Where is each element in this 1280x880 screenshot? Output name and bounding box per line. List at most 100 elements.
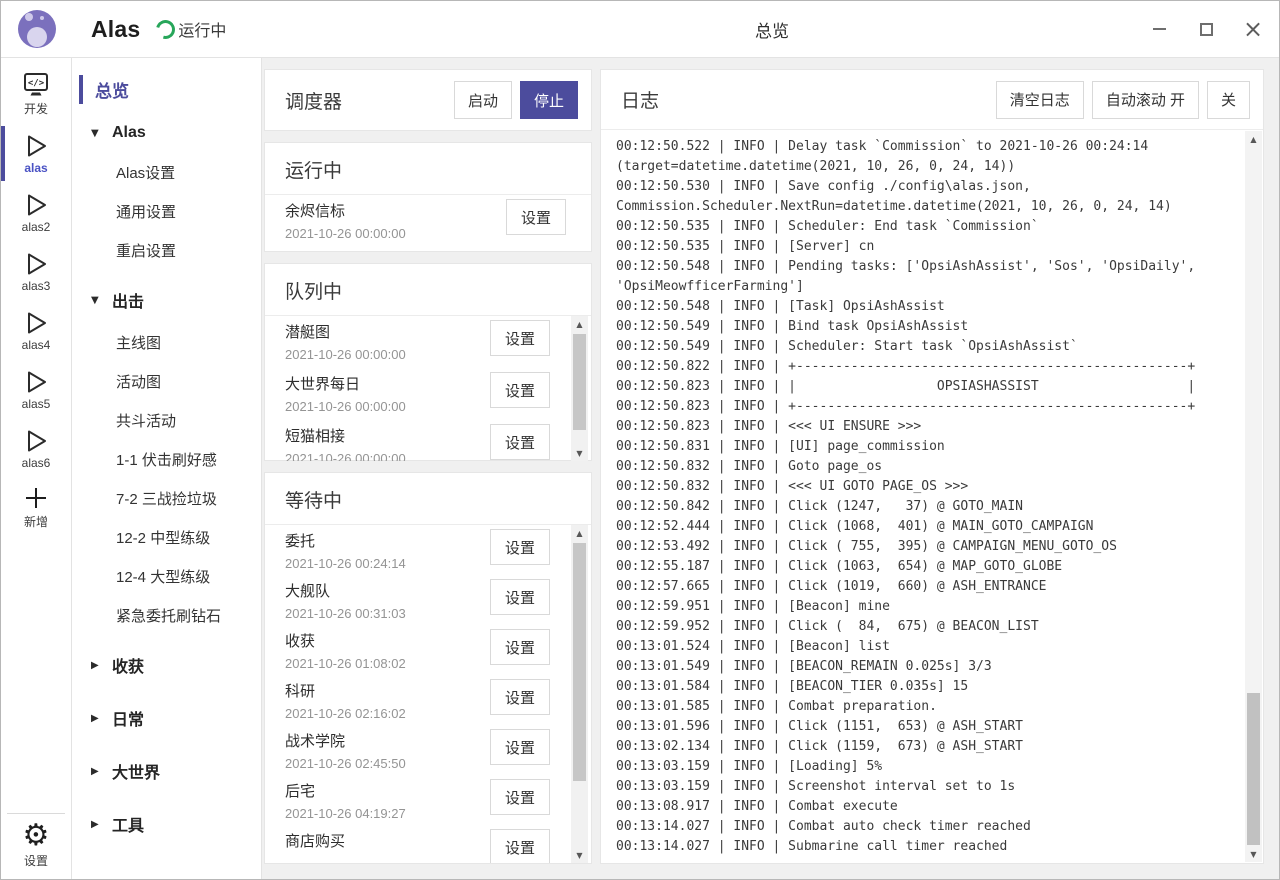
log-line: 00:12:50.522 | INFO | Delay task `Commis…	[616, 137, 1229, 157]
log-line: Commission.Scheduler.NextRun=datetime.da…	[616, 197, 1229, 217]
rail-item-alas4[interactable]: alas4	[1, 301, 71, 360]
menu-group-label: 出击	[112, 288, 144, 312]
rail-item-alas5[interactable]: alas5	[1, 360, 71, 419]
scroll-up-icon[interactable]: ▲	[571, 316, 588, 332]
log-line: 00:12:50.823 | INFO | +-----------------…	[616, 397, 1229, 417]
log-scrollbar[interactable]: ▲ ▼	[1245, 131, 1262, 862]
scroll-up-icon[interactable]: ▲	[571, 525, 588, 541]
menu-group-header[interactable]: ▶ 日常	[72, 694, 261, 742]
menu-item[interactable]: 12-4 大型练级	[72, 558, 261, 597]
task-row: 潜艇图 2021-10-26 00:00:00 设置	[265, 316, 591, 368]
rail-item-dev[interactable]: </> 开发	[1, 65, 71, 124]
menu-group: ▶ 工具	[72, 800, 261, 848]
rail-item-add[interactable]: 新增	[1, 478, 71, 537]
task-row: 后宅 2021-10-26 04:19:27 设置	[265, 775, 591, 825]
menu-group-header[interactable]: ▶ 大世界	[72, 747, 261, 795]
close-button[interactable]: ×	[1245, 21, 1261, 37]
task-setting-button[interactable]: 设置	[490, 424, 550, 460]
rail-item-alas[interactable]: alas	[1, 124, 71, 183]
main-area: </> 开发 alas alas2 alas3 alas4	[1, 58, 1279, 879]
stop-button[interactable]: 停止	[520, 81, 578, 119]
log-line: 00:13:01.596 | INFO | Click (1151, 653) …	[616, 717, 1229, 737]
start-button[interactable]: 启动	[454, 81, 512, 119]
menu-item[interactable]: Alas设置	[72, 154, 261, 193]
rail-item-alas6[interactable]: alas6	[1, 419, 71, 478]
menu-item[interactable]: 主线图	[72, 324, 261, 363]
log-output[interactable]: 00:12:50.522 | INFO | Delay task `Commis…	[601, 130, 1263, 863]
task-setting-button[interactable]: 设置	[490, 629, 550, 665]
menu-item[interactable]: 7-2 三战捡垃圾	[72, 480, 261, 519]
minimize-button[interactable]	[1151, 21, 1167, 37]
log-line: 00:12:50.823 | INFO | | OPSIASHASSIST |	[616, 377, 1229, 397]
rail-item-alas3[interactable]: alas3	[1, 242, 71, 301]
scroll-up-icon[interactable]: ▲	[1245, 131, 1262, 147]
running-title: 运行中	[265, 143, 591, 195]
play-icon	[23, 310, 49, 336]
waiting-scrollbar[interactable]: ▲ ▼	[571, 525, 588, 863]
log-line: 00:13:03.159 | INFO | [Loading] 5%	[616, 757, 1229, 777]
scheduler-panel: 调度器 启动 停止	[264, 69, 592, 131]
maximize-button[interactable]	[1198, 21, 1214, 37]
rail-item-settings[interactable]: ⚙ 设置	[7, 813, 65, 879]
menu-item-overview[interactable]: 总览	[72, 72, 261, 107]
rail-item-label: alas3	[22, 279, 51, 293]
menu-group-header[interactable]: ▼ Alas	[72, 112, 261, 154]
log-line: 00:12:53.492 | INFO | Click ( 755, 395) …	[616, 537, 1229, 557]
plus-icon	[23, 485, 49, 511]
menu-item[interactable]: 重启设置	[72, 232, 261, 271]
task-setting-button[interactable]: 设置	[490, 779, 550, 815]
menu-group-header[interactable]: ▶ 收获	[72, 641, 261, 689]
menu-group-label: 收获	[112, 653, 144, 677]
app-title: Alas	[91, 16, 140, 43]
scroll-thumb[interactable]	[573, 334, 586, 430]
task-menu: 总览 ▼ Alas Alas设置通用设置重启设置 ▼ 出击 主线图活动图共斗活动…	[72, 58, 262, 879]
rail-item-alas2[interactable]: alas2	[1, 183, 71, 242]
menu-item[interactable]: 1-1 伏击刷好感	[72, 441, 261, 480]
waiting-title: 等待中	[265, 473, 591, 525]
task-setting-button[interactable]: 设置	[490, 679, 550, 715]
log-line: 00:12:50.842 | INFO | Click (1247, 37) @…	[616, 497, 1229, 517]
task-setting-button[interactable]: 设置	[490, 529, 550, 565]
task-setting-button[interactable]: 设置	[490, 372, 550, 408]
autoscroll-button[interactable]: 自动滚动 开	[1092, 81, 1199, 119]
log-line: 00:12:50.822 | INFO | +-----------------…	[616, 357, 1229, 377]
log-toggle-button[interactable]: 关	[1207, 81, 1250, 119]
gear-icon: ⚙	[23, 821, 50, 851]
play-icon	[23, 428, 49, 454]
rail-item-label: alas	[24, 161, 47, 175]
log-header: 日志 清空日志 自动滚动 开 关	[601, 70, 1263, 130]
log-line: 00:13:08.917 | INFO | Combat execute	[616, 797, 1229, 817]
clear-log-button[interactable]: 清空日志	[996, 81, 1084, 119]
menu-groups: ▼ Alas Alas设置通用设置重启设置 ▼ 出击 主线图活动图共斗活动1-1…	[72, 112, 261, 848]
pending-scrollbar[interactable]: ▲ ▼	[571, 316, 588, 461]
task-setting-button[interactable]: 设置	[490, 579, 550, 615]
play-icon	[23, 369, 49, 395]
scroll-down-icon[interactable]: ▼	[571, 445, 588, 461]
log-line: 00:12:50.548 | INFO | [Task] OpsiAshAssi…	[616, 297, 1229, 317]
rail-item-label: alas5	[22, 397, 51, 411]
menu-group-header[interactable]: ▼ 出击	[72, 276, 261, 324]
log-line: 00:12:50.548 | INFO | Pending tasks: ['O…	[616, 257, 1229, 277]
log-line: 00:12:50.823 | INFO | <<< UI ENSURE >>>	[616, 417, 1229, 437]
running-spinner-icon	[153, 16, 179, 42]
scroll-down-icon[interactable]: ▼	[1245, 846, 1262, 862]
task-setting-button[interactable]: 设置	[490, 320, 550, 356]
log-line: 00:12:50.530 | INFO | Save config ./conf…	[616, 177, 1229, 197]
scroll-thumb[interactable]	[1247, 693, 1260, 845]
menu-item[interactable]: 紧急委托刷钻石	[72, 597, 261, 636]
menu-item[interactable]: 共斗活动	[72, 402, 261, 441]
log-line: 00:12:50.549 | INFO | Bind task OpsiAshA…	[616, 317, 1229, 337]
expand-arrow-icon: ▶	[91, 713, 103, 724]
menu-group-children: Alas设置通用设置重启设置	[72, 154, 261, 271]
task-setting-button[interactable]: 设置	[490, 829, 550, 863]
scroll-thumb[interactable]	[573, 543, 586, 781]
task-setting-button[interactable]: 设置	[506, 199, 566, 235]
task-setting-button[interactable]: 设置	[490, 729, 550, 765]
log-column: 日志 清空日志 自动滚动 开 关 00:12:50.522 | INFO | D…	[600, 69, 1264, 864]
menu-item[interactable]: 通用设置	[72, 193, 261, 232]
menu-group-header[interactable]: ▶ 工具	[72, 800, 261, 848]
scroll-down-icon[interactable]: ▼	[571, 847, 588, 863]
menu-item[interactable]: 活动图	[72, 363, 261, 402]
menu-group-label: 工具	[112, 812, 144, 836]
menu-item[interactable]: 12-2 中型练级	[72, 519, 261, 558]
